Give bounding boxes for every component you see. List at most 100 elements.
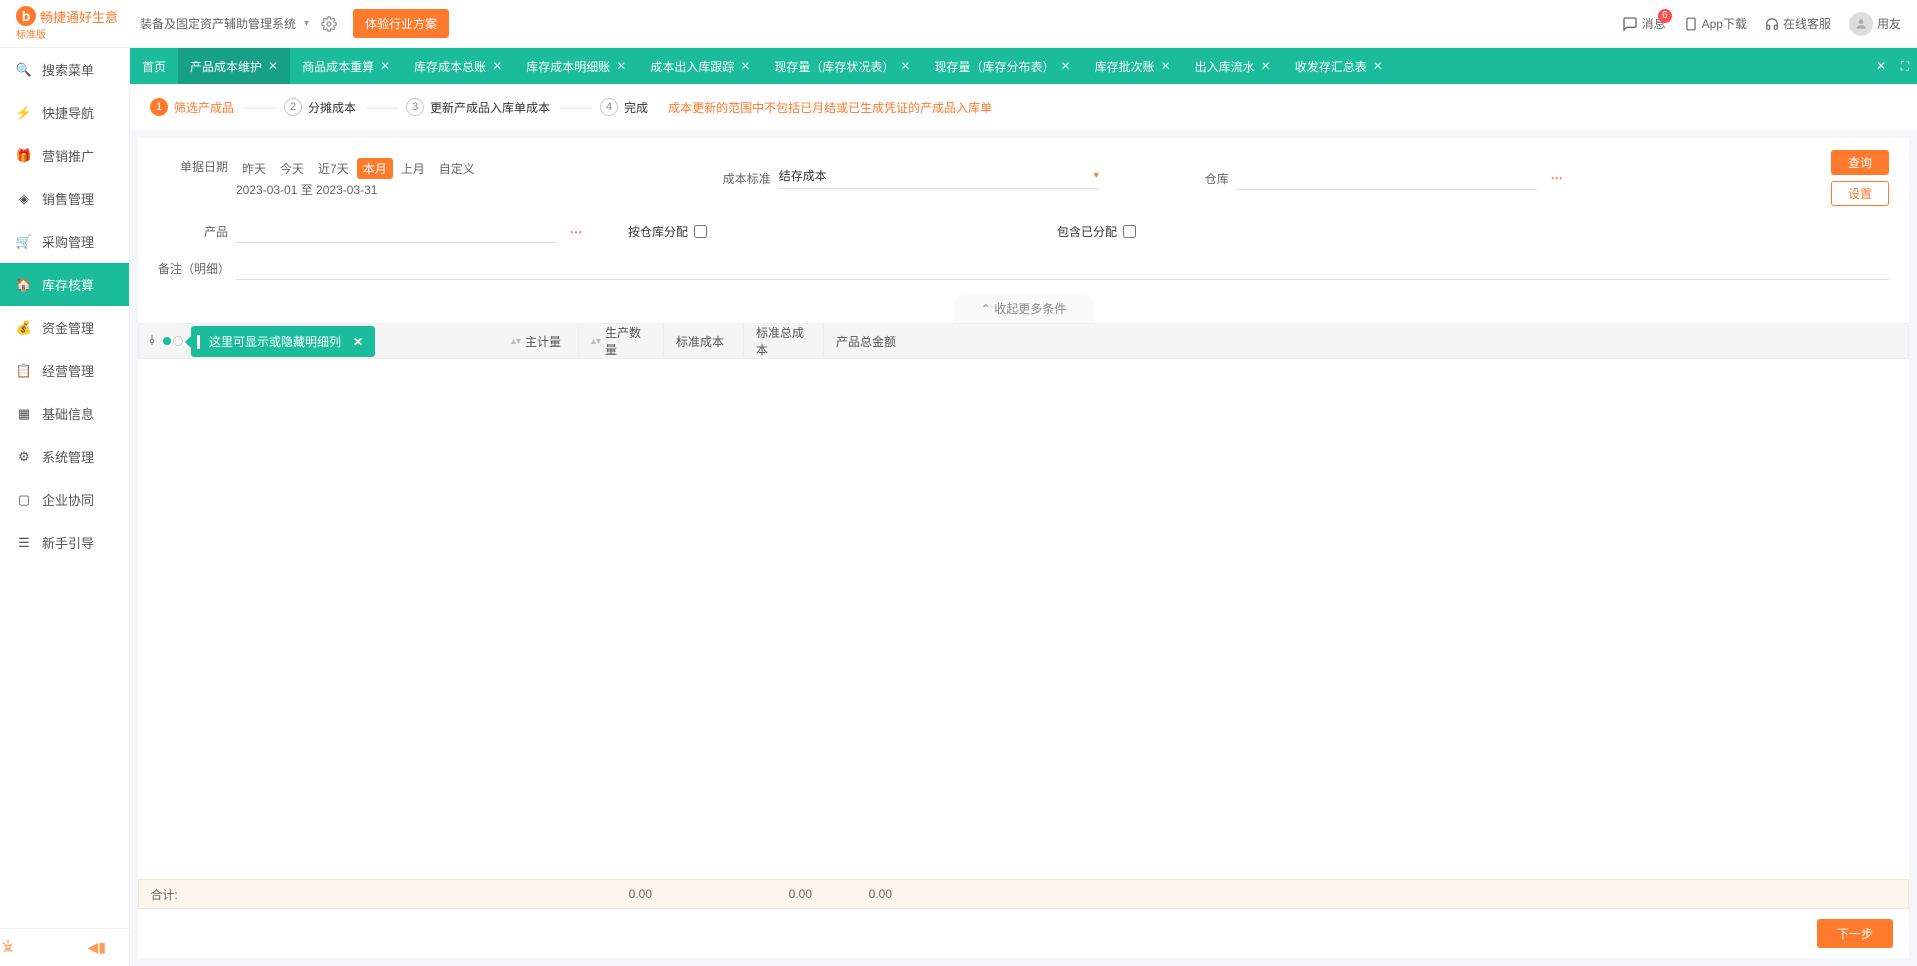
message-button[interactable]: 消息 6 bbox=[1622, 15, 1666, 32]
tab-label: 现存量（库存分布表） bbox=[934, 58, 1054, 75]
nav-icon: ▦ bbox=[16, 406, 32, 422]
tab-close-button[interactable]: ✕ bbox=[380, 59, 390, 73]
sidebar-item[interactable]: ▦基础信息 bbox=[0, 392, 129, 435]
sidebar-item[interactable]: ☰新手引导 bbox=[0, 521, 129, 564]
tab-close-button[interactable]: ✕ bbox=[1061, 59, 1071, 73]
table-wrap: 这里可显示或隐藏明细列 ✕ ▴▾ 主计量 ▴▾ 生产数量 标准成本 bbox=[138, 323, 1909, 909]
app-header: b 畅捷通好生意 标准版 装备及固定资产辅助管理系统 ▾ 体验行业方案 消息 6… bbox=[0, 0, 1917, 48]
sidebar-item-label: 库存核算 bbox=[42, 275, 94, 294]
sidebar-item-label: 经营管理 bbox=[42, 361, 94, 380]
chevron-down-icon: ▾ bbox=[1094, 170, 1099, 181]
sort-icon: ▴▾ bbox=[511, 339, 521, 344]
query-button[interactable]: 查询 bbox=[1831, 150, 1889, 175]
tab[interactable]: 成本出入库跟踪 ✕ bbox=[638, 48, 762, 84]
column-header[interactable]: ▴▾ 主计量 bbox=[499, 324, 579, 358]
app-download-button[interactable]: App下载 bbox=[1684, 15, 1747, 32]
column-settings-button[interactable] bbox=[139, 324, 189, 358]
sidebar-item[interactable]: ⚙系统管理 bbox=[0, 435, 129, 478]
nav-icon: ⚡ bbox=[16, 105, 32, 121]
sidebar-item-label: 新手引导 bbox=[42, 533, 94, 552]
online-service-button[interactable]: 在线客服 bbox=[1765, 15, 1831, 32]
tab[interactable]: 库存成本明细账 ✕ bbox=[514, 48, 638, 84]
collapse-sidebar-button[interactable]: ◀▮ bbox=[65, 929, 130, 966]
tab-label: 库存成本明细账 bbox=[526, 58, 610, 75]
warehouse-label: 仓库 bbox=[1159, 170, 1229, 187]
bottom-action-bar: 下一步 bbox=[138, 909, 1909, 958]
column-header[interactable]: 标准成本 bbox=[664, 324, 744, 358]
step: 3更新产成品入库单成本 bbox=[406, 98, 550, 116]
step-number: 3 bbox=[406, 98, 424, 116]
fullscreen-button[interactable]: ⛶ bbox=[1893, 48, 1917, 84]
date-preset[interactable]: 上月 bbox=[395, 158, 431, 179]
user-menu[interactable]: 用友 bbox=[1849, 12, 1901, 36]
sidebar-item[interactable]: ▢企业协同 bbox=[0, 478, 129, 521]
sidebar-item[interactable]: 🏠库存核算 bbox=[0, 263, 129, 306]
product-input[interactable] bbox=[236, 220, 556, 243]
sidebar-item[interactable]: 📋经营管理 bbox=[0, 349, 129, 392]
include-allocated-checkbox[interactable] bbox=[1123, 225, 1136, 238]
warehouse-more-button[interactable]: ⋯ bbox=[1551, 171, 1563, 185]
sidebar-item[interactable]: ◈销售管理 bbox=[0, 177, 129, 220]
column-header[interactable]: 标准总成本 bbox=[744, 324, 824, 358]
tab[interactable]: 出入库流水✕ bbox=[1183, 48, 1283, 84]
table-footer: 合计: 0.00 0.00 0.00 bbox=[138, 879, 1909, 909]
date-preset[interactable]: 自定义 bbox=[433, 158, 481, 179]
tab[interactable]: 库存成本总账 ✕ bbox=[402, 48, 514, 84]
tab-close-button[interactable]: ✕ bbox=[1373, 59, 1383, 73]
date-preset[interactable]: 昨天 bbox=[236, 158, 272, 179]
column-header[interactable]: ▴▾ 生产数量 bbox=[579, 324, 664, 358]
product-more-button[interactable]: ⋯ bbox=[570, 225, 582, 239]
step-number: 4 bbox=[600, 98, 618, 116]
date-range-display: 2023-03-01 至 2023-03-31 bbox=[236, 181, 481, 198]
tab[interactable]: 商品成本重算✕ bbox=[290, 48, 402, 84]
collapse-up-icon: ⌃ bbox=[981, 302, 994, 316]
headset-icon bbox=[1765, 17, 1779, 31]
next-button[interactable]: 下一步 bbox=[1817, 919, 1893, 948]
column-header[interactable]: 产品总金额 bbox=[824, 324, 1908, 358]
sidebar-item[interactable]: 💰资金管理 bbox=[0, 306, 129, 349]
tab-label: 产品成本维护 bbox=[190, 58, 262, 75]
tab-close-button[interactable]: ✕ bbox=[900, 59, 910, 73]
sidebar-item-label: 采购管理 bbox=[42, 232, 94, 251]
tab-close-button[interactable]: ✕ bbox=[1261, 59, 1271, 73]
sidebar-item[interactable]: 🔍搜索菜单 bbox=[0, 48, 129, 91]
date-preset[interactable]: 近7天 bbox=[312, 158, 355, 179]
tab[interactable]: 现存量（库存状况表）✕ bbox=[762, 48, 922, 84]
tab-label: 库存成本总账 bbox=[414, 58, 486, 75]
tab[interactable]: 首页 bbox=[130, 48, 178, 84]
tab[interactable]: 现存量（库存分布表） ✕ bbox=[922, 48, 1082, 84]
column-tooltip: 这里可显示或隐藏明细列 ✕ bbox=[191, 326, 375, 357]
tab-label: 成本出入库跟踪 bbox=[650, 58, 734, 75]
gear-icon[interactable] bbox=[321, 16, 337, 32]
tab[interactable]: 收发存汇总表✕ bbox=[1283, 48, 1395, 84]
system-selector[interactable]: 装备及固定资产辅助管理系统 ▾ bbox=[140, 15, 309, 32]
sidebar-item[interactable]: 🛒采购管理 bbox=[0, 220, 129, 263]
experience-button[interactable]: 体验行业方案 bbox=[353, 9, 449, 38]
settings-footer-button[interactable] bbox=[0, 929, 65, 966]
settings-button[interactable]: 设置 bbox=[1831, 181, 1889, 206]
remark-input[interactable] bbox=[236, 257, 1889, 280]
step: 4完成 bbox=[600, 98, 648, 116]
date-preset[interactable]: 本月 bbox=[357, 158, 393, 179]
sidebar-item[interactable]: 🎁营销推广 bbox=[0, 134, 129, 177]
sidebar-item[interactable]: ⚡快捷导航 bbox=[0, 91, 129, 134]
tab-close-button[interactable]: ✕ bbox=[740, 59, 750, 73]
collapse-filters-button[interactable]: ⌃ 收起更多条件 bbox=[954, 294, 1094, 323]
tab-close-button[interactable]: ✕ bbox=[492, 59, 502, 73]
product-label: 产品 bbox=[158, 223, 228, 240]
cost-standard-select[interactable]: 结存成本 ▾ bbox=[779, 167, 1099, 189]
tooltip-close-button[interactable]: ✕ bbox=[353, 335, 363, 349]
online-service-label: 在线客服 bbox=[1783, 15, 1831, 32]
close-all-tabs-button[interactable]: ✕ bbox=[1869, 48, 1893, 84]
by-warehouse-checkbox[interactable] bbox=[694, 225, 707, 238]
nav-icon: ◈ bbox=[16, 191, 32, 207]
tab-close-button[interactable]: ✕ bbox=[1161, 59, 1171, 73]
step-number: 1 bbox=[150, 98, 168, 116]
table-body bbox=[138, 359, 1909, 879]
tab[interactable]: 产品成本维护 ✕ bbox=[178, 48, 290, 84]
warehouse-input[interactable] bbox=[1237, 167, 1537, 190]
tab-close-button[interactable]: ✕ bbox=[268, 59, 278, 73]
tab[interactable]: 库存批次账✕ bbox=[1083, 48, 1183, 84]
tab-close-button[interactable]: ✕ bbox=[616, 59, 626, 73]
date-preset[interactable]: 今天 bbox=[274, 158, 310, 179]
